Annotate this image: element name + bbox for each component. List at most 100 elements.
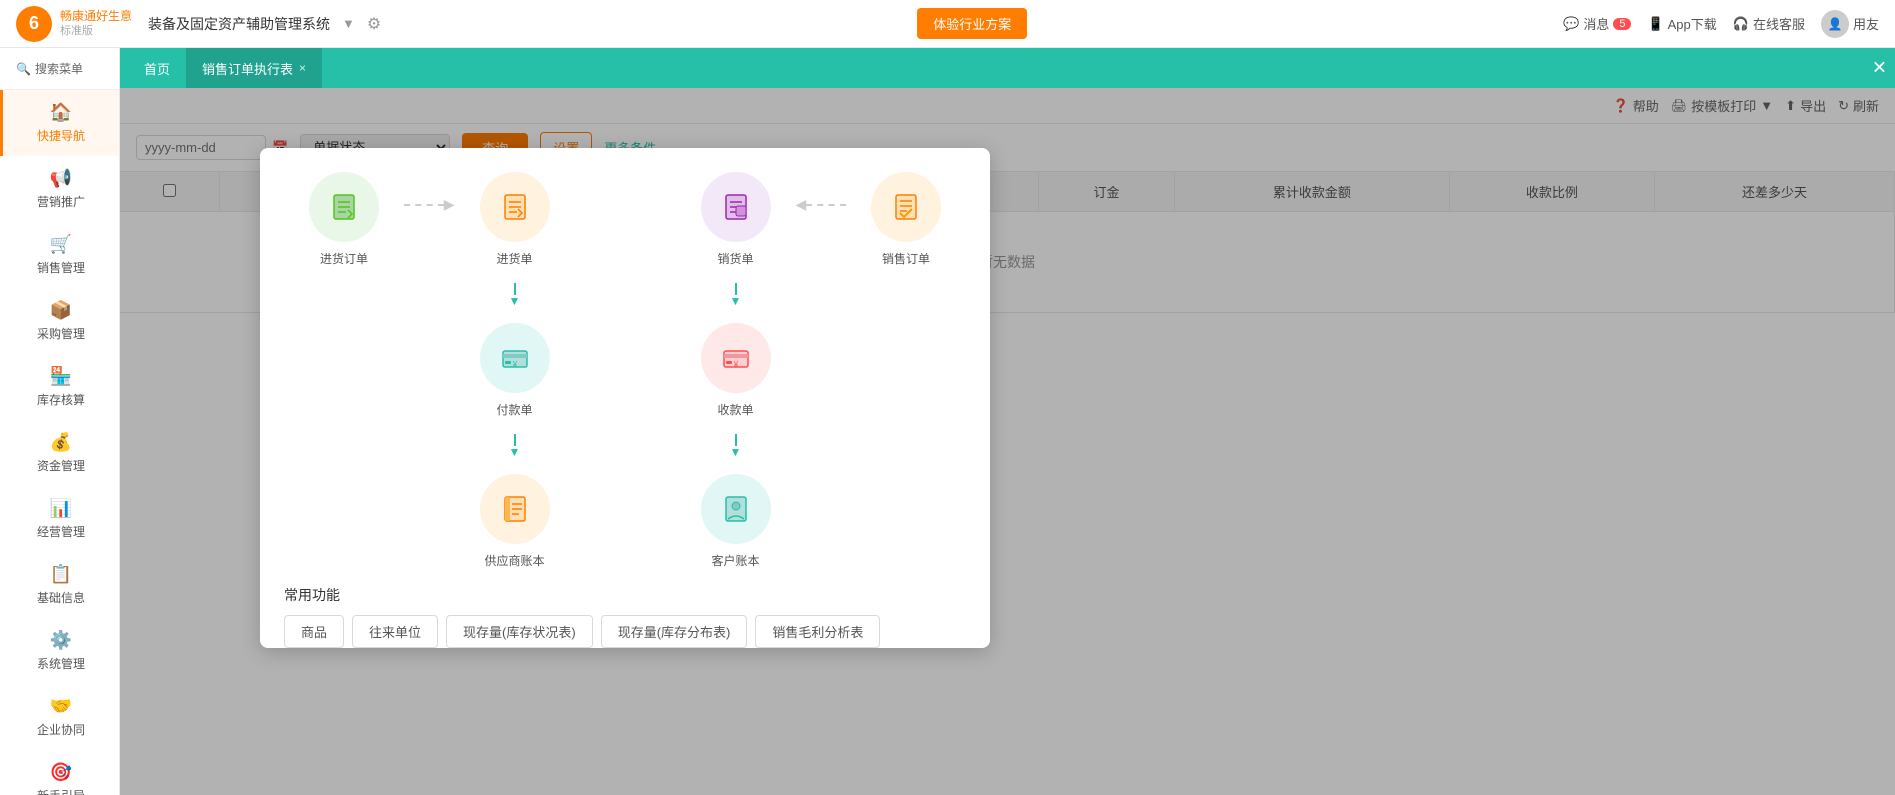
- arrow-right-1: ▶: [404, 196, 455, 213]
- modal-overlay[interactable]: 进货订单 ▶: [120, 88, 1895, 795]
- message-icon: 💬: [1563, 16, 1579, 32]
- settings-icon[interactable]: ⚙: [367, 14, 381, 34]
- common-section: 常用功能 商品 往来单位 现存量(库存状况表) 现存量(库存分布表) 销售毛利分…: [284, 585, 966, 648]
- sidebar-item-basic[interactable]: 📋 基础信息: [0, 552, 119, 618]
- search-menu-btn[interactable]: 🔍 搜索菜单: [8, 56, 111, 81]
- flow-section: 进货订单 ▶: [284, 172, 966, 569]
- flow-node-sales-order[interactable]: 销售订单: [846, 172, 966, 267]
- sidebar-item-inventory[interactable]: 🏪 库存核算: [0, 354, 119, 420]
- flow-node-customer-ledger[interactable]: 客户账本: [676, 474, 796, 569]
- supplier-ledger-label: 供应商账本: [484, 552, 544, 569]
- tab-close-icon[interactable]: ×: [299, 61, 306, 75]
- home-icon: 🏠: [50, 102, 72, 123]
- sidebar-item-finance[interactable]: 💰 资金管理: [0, 420, 119, 486]
- top-bar: 6 畅康通好生意 标准版 装备及固定资产辅助管理系统 ▼ ⚙ 体验行业方案 💬 …: [0, 0, 1895, 48]
- sidebar-item-operation[interactable]: 📊 经营管理: [0, 486, 119, 552]
- receipt-label: 收款单: [717, 401, 753, 418]
- sidebar-item-sales[interactable]: 🛒 销售管理: [0, 222, 119, 288]
- dropdown-arrow-icon[interactable]: ▼: [342, 16, 355, 31]
- experience-btn[interactable]: 体验行业方案: [917, 8, 1027, 39]
- collab-icon: 🤝: [50, 696, 72, 717]
- content-area: 首页 销售订单执行表 × ✕ ❓ 帮助: [120, 48, 1895, 795]
- common-btn-stock-status[interactable]: 现存量(库存状况表): [446, 615, 593, 648]
- sidebar: 🔍 搜索菜单 🏠 快捷导航 📢 营销推广 🛒 销售管理 📦 采购管理: [0, 48, 120, 795]
- common-btn-goods[interactable]: 商品: [284, 615, 344, 648]
- guide-icon: 🎯: [50, 762, 72, 783]
- sales-bill-label: 销货单: [717, 250, 753, 267]
- purchase-bill-icon: [480, 172, 550, 242]
- top-bar-right: 💬 消息 5 📱 App下载 🎧 在线客服 👤 用友: [1563, 10, 1879, 38]
- sidebar-item-system[interactable]: ⚙️ 系统管理: [0, 618, 119, 684]
- app-wrapper: 6 畅康通好生意 标准版 装备及固定资产辅助管理系统 ▼ ⚙ 体验行业方案 💬 …: [0, 0, 1895, 795]
- inventory-icon: 🏪: [50, 366, 72, 387]
- flow-node-purchase-order[interactable]: 进货订单: [284, 172, 404, 267]
- sales-icon: 🛒: [50, 234, 72, 255]
- tab-home[interactable]: 首页: [128, 48, 186, 88]
- svg-text:¥: ¥: [511, 360, 517, 369]
- flow-node-payment[interactable]: ¥ 付款单: [455, 323, 575, 418]
- main-area: 🔍 搜索菜单 🏠 快捷导航 📢 营销推广 🛒 销售管理 📦 采购管理: [0, 48, 1895, 795]
- sales-bill-icon: [701, 172, 771, 242]
- flow-row-3: 供应商账本: [284, 474, 966, 569]
- flow-node-supplier-ledger[interactable]: 供应商账本: [455, 474, 575, 569]
- sidebar-item-guide[interactable]: 🎯 新手引导: [0, 750, 119, 795]
- supplier-ledger-icon: [480, 474, 550, 544]
- message-btn[interactable]: 💬 消息 5: [1563, 14, 1631, 33]
- headset-icon: 🎧: [1733, 16, 1749, 32]
- tab-sales-order[interactable]: 销售订单执行表 ×: [186, 48, 322, 88]
- page-content: ❓ 帮助 🖨 按模板打印 ▼ ⬆ 导出 ↻ 刷新: [120, 88, 1895, 795]
- logo-area: 6 畅康通好生意 标准版: [16, 6, 136, 42]
- marketing-icon: 📢: [50, 168, 72, 189]
- common-btn-partners[interactable]: 往来单位: [352, 615, 438, 648]
- online-service-btn[interactable]: 🎧 在线客服: [1733, 14, 1805, 33]
- arrow-down-payment: ▼: [455, 434, 575, 458]
- arrow-down-purchase-bill: ▼: [455, 283, 575, 307]
- basic-icon: 📋: [50, 564, 72, 585]
- arrow-down-sales-bill: ▼: [676, 283, 796, 307]
- search-icon: 🔍: [16, 62, 31, 76]
- svg-text:¥: ¥: [732, 360, 738, 369]
- payment-label: 付款单: [496, 401, 532, 418]
- common-title: 常用功能: [284, 585, 966, 605]
- tab-bar-wrapper: 首页 销售订单执行表 × ✕: [120, 48, 1895, 88]
- receipt-icon: ¥: [701, 323, 771, 393]
- top-bar-left: 6 畅康通好生意 标准版 装备及固定资产辅助管理系统 ▼ ⚙: [16, 6, 381, 42]
- finance-icon: 💰: [50, 432, 72, 453]
- sales-order-label: 销售订单: [882, 250, 930, 267]
- common-btns: 商品 往来单位 现存量(库存状况表) 现存量(库存分布表) 销售毛利分析表 商品…: [284, 615, 966, 648]
- arrows-down-row-2: ▼ ▼: [284, 434, 966, 458]
- system-icon: ⚙️: [50, 630, 72, 651]
- purchase-bill-label: 进货单: [496, 250, 532, 267]
- logo-icon: 6: [16, 6, 52, 42]
- payment-icon: ¥: [480, 323, 550, 393]
- purchase-icon: 📦: [50, 300, 72, 321]
- sales-order-icon: [871, 172, 941, 242]
- avatar: 👤: [1821, 10, 1849, 38]
- operation-icon: 📊: [50, 498, 72, 519]
- tab-bar-close-btn[interactable]: ✕: [1872, 58, 1887, 79]
- modal-box: 进货订单 ▶: [260, 148, 990, 648]
- user-area[interactable]: 👤 用友: [1821, 10, 1879, 38]
- common-btn-sales-gross[interactable]: 销售毛利分析表: [755, 615, 880, 648]
- download-icon: 📱: [1647, 16, 1663, 32]
- sidebar-item-purchase[interactable]: 📦 采购管理: [0, 288, 119, 354]
- common-btn-stock-dist[interactable]: 现存量(库存分布表): [601, 615, 748, 648]
- sidebar-item-marketing[interactable]: 📢 营销推广: [0, 156, 119, 222]
- system-title: 装备及固定资产辅助管理系统: [148, 14, 330, 34]
- logo-text: 畅康通好生意 标准版: [60, 9, 132, 39]
- flow-node-receipt[interactable]: ¥ 收款单: [676, 323, 796, 418]
- sidebar-item-collab[interactable]: 🤝 企业协同: [0, 684, 119, 750]
- purchase-order-icon: [309, 172, 379, 242]
- message-badge: 5: [1613, 18, 1631, 30]
- purchase-order-label: 进货订单: [320, 250, 368, 267]
- flow-node-purchase-bill[interactable]: 进货单: [455, 172, 575, 267]
- customer-ledger-label: 客户账本: [711, 552, 759, 569]
- app-download-btn[interactable]: 📱 App下载: [1647, 14, 1716, 33]
- customer-ledger-icon: [701, 474, 771, 544]
- flow-node-sales-bill[interactable]: 销货单: [676, 172, 796, 267]
- sidebar-item-quick-nav[interactable]: 🏠 快捷导航: [0, 90, 119, 156]
- arrow-down-receipt: ▼: [676, 434, 796, 458]
- tab-bar: 首页 销售订单执行表 × ✕: [120, 48, 1895, 88]
- arrow-left-1: ◀: [796, 196, 847, 213]
- flow-row-2: ¥ 付款单: [284, 323, 966, 418]
